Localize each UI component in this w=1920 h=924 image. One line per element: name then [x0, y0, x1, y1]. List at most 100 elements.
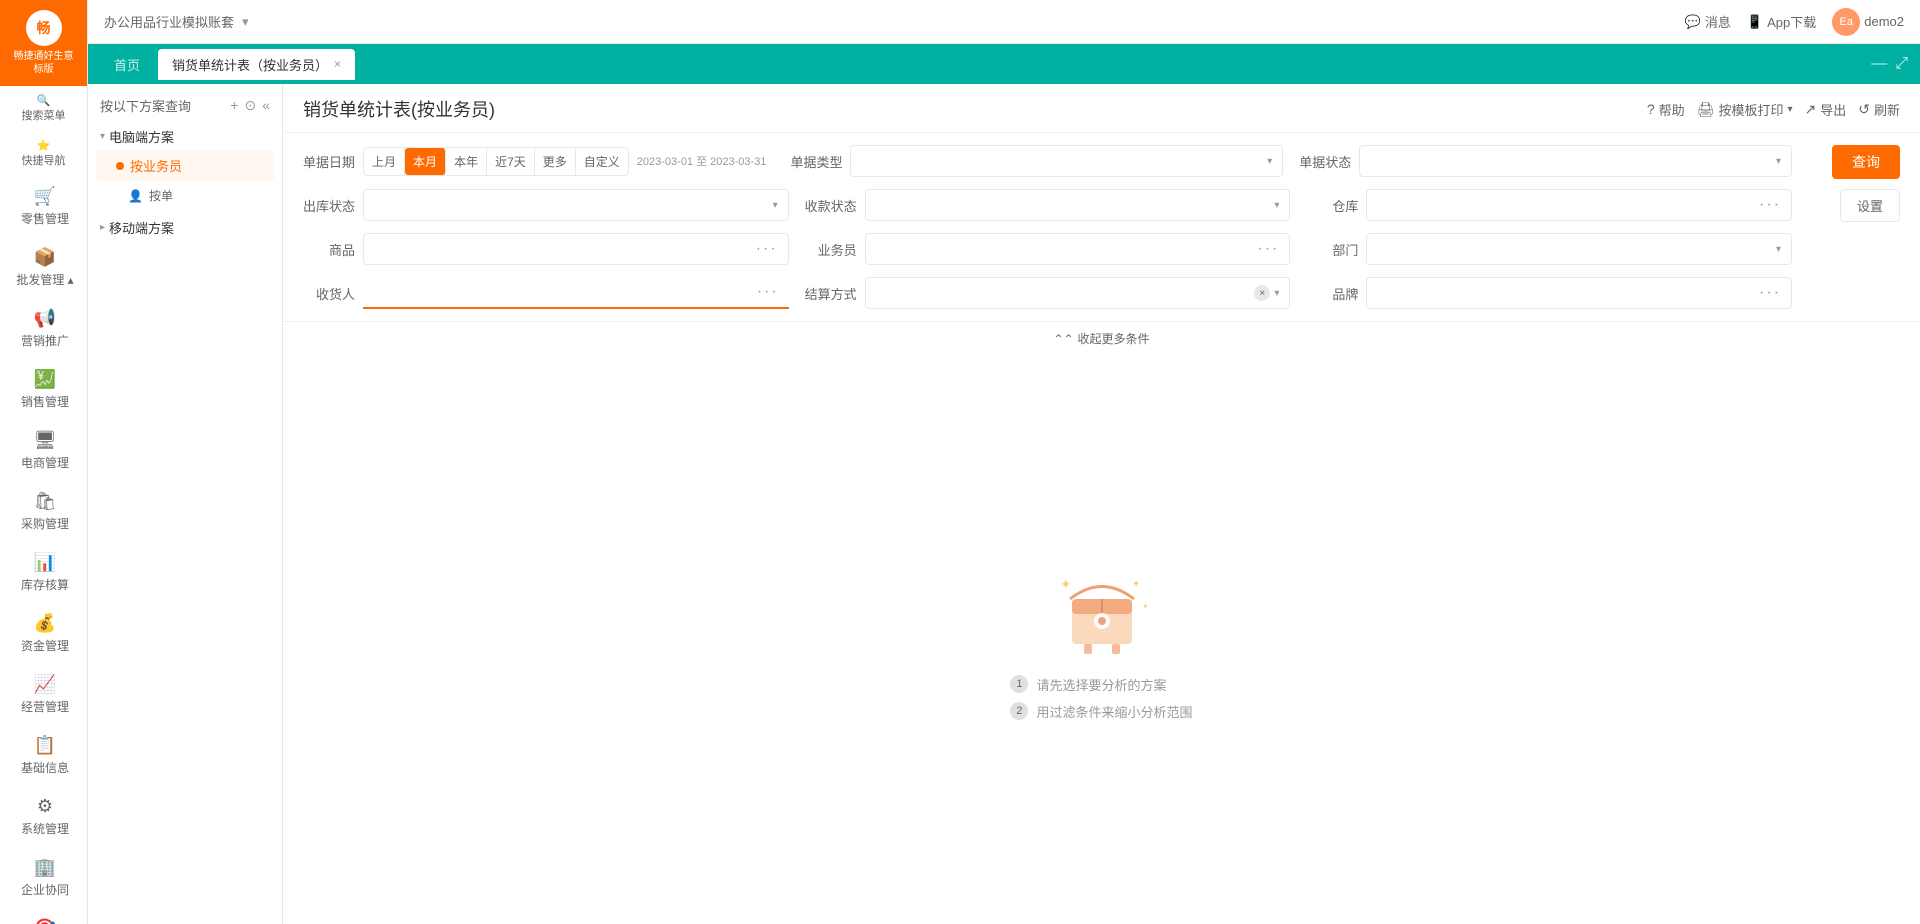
tabbar: 首页 销货单统计表（按业务员） × — ⤢ — [88, 44, 1920, 84]
collapse-btn-area[interactable]: ⌃⌃ 收起更多条件 — [283, 322, 1920, 355]
help-btn[interactable]: ? 帮助 — [1647, 100, 1685, 119]
tabbar-actions: — ⤢ — [1871, 55, 1908, 73]
filter-and-btn-area: 单据日期 上月 本月 本年 近7天 更多 自定义 2023-03-01 至 20… — [283, 133, 1920, 322]
sidebar-item-ecommerce[interactable]: 🖥 电商管理 — [0, 420, 87, 481]
finance-label: 资金管理 — [21, 637, 69, 654]
tab-maximize-icon[interactable]: ⤢ — [1895, 55, 1908, 73]
settlement-select[interactable]: × ▾ — [865, 277, 1291, 309]
sidebar-item-marketing[interactable]: 📢 营销推广 — [0, 298, 87, 359]
topbar-left: 办公用品行业模拟账套 ▾ — [104, 12, 249, 31]
collapse-panel-icon[interactable]: « — [262, 97, 270, 114]
sidebar-item-basic[interactable]: 📋 基础信息 — [0, 725, 87, 786]
date-btn-custom[interactable]: 自定义 — [576, 148, 628, 175]
filter-item-dept: 部门 ▾ — [1306, 233, 1792, 265]
user-avatar: Ea — [1832, 8, 1860, 36]
salesperson-input[interactable]: ··· — [865, 233, 1291, 265]
edit-scheme-icon[interactable]: ⊙ — [244, 97, 256, 114]
empty-state: ✦ ✦ ✦ 1 请先选择要分析的方案 2 用过滤条件来 — [283, 355, 1920, 924]
tab-sales-stat[interactable]: 销货单统计表（按业务员） × — [158, 49, 355, 80]
export-icon: ↗ — [1805, 101, 1817, 118]
date-btn-this-year[interactable]: 本年 — [446, 148, 487, 175]
purchase-icon: 🛍 — [34, 491, 57, 512]
collapse-btn-label: 收起更多条件 — [1078, 330, 1150, 347]
right-panel: 销货单统计表(按业务员) ? 帮助 🖨 按模板打印 ▾ ↗ 导出 — [283, 84, 1920, 924]
receiver-dots-icon: ··· — [757, 283, 779, 301]
doc-status-select[interactable]: ▾ — [1359, 145, 1792, 177]
doc-type-select[interactable]: ▾ — [850, 145, 1283, 177]
sidebar-item-enterprise[interactable]: 🏢 企业协同 — [0, 847, 87, 908]
date-btn-this-month[interactable]: 本月 — [405, 148, 446, 175]
date-btn-more[interactable]: 更多 — [535, 148, 576, 175]
sub-item-icon: 👤 — [128, 189, 143, 203]
logo-area[interactable]: 畅 畅捷通好生意 标版 — [0, 0, 87, 86]
empty-tip-2: 2 用过滤条件来缩小分析范围 — [1010, 702, 1192, 721]
settings-button[interactable]: 设置 — [1840, 189, 1900, 222]
template-print-label: 按模板打印 — [1718, 100, 1783, 119]
left-panel-icons: + ⊙ « — [230, 97, 270, 114]
scheme-group-mobile-header[interactable]: ▸ 移动端方案 — [96, 214, 274, 241]
tab-home-label: 首页 — [114, 55, 140, 74]
settlement-clear-icon[interactable]: × — [1254, 285, 1270, 301]
filter-item-doc-status: 单据状态 ▾ — [1299, 145, 1792, 177]
refresh-label: 刷新 — [1874, 100, 1900, 119]
brand-input[interactable]: ··· — [1366, 277, 1792, 309]
page-actions: ? 帮助 🖨 按模板打印 ▾ ↗ 导出 ↺ 刷新 — [1647, 100, 1900, 119]
receiver-label: 收货人 — [303, 284, 355, 303]
logo-icon: 畅 — [26, 10, 62, 46]
sales-label: 销售管理 — [21, 393, 69, 410]
user-area[interactable]: Ea demo2 — [1832, 8, 1904, 36]
date-btn-last-month[interactable]: 上月 — [364, 148, 405, 175]
mobile-group-label: 移动端方案 — [109, 218, 174, 237]
goods-input[interactable]: ··· — [363, 233, 789, 265]
sidebar-item-finance[interactable]: 💰 资金管理 — [0, 603, 87, 664]
sidebar-item-newbie[interactable]: 🎯 新手引导 — [0, 908, 87, 924]
enterprise-label: 企业协同 — [21, 881, 69, 898]
out-status-arrow-icon: ▾ — [773, 200, 778, 211]
app-download-btn[interactable]: 📱 App下载 — [1747, 12, 1816, 31]
date-btn-last-7[interactable]: 近7天 — [487, 148, 535, 175]
warehouse-dots-icon: ··· — [1759, 196, 1781, 214]
tab-close-icon[interactable]: × — [334, 57, 341, 71]
filter-item-warehouse: 仓库 ··· — [1306, 189, 1792, 221]
scheme-group-pc-header[interactable]: ▾ 电脑端方案 — [96, 123, 274, 150]
search-icon: 🔍 — [4, 94, 83, 107]
out-status-select[interactable]: ▾ — [363, 189, 789, 221]
sidebar-item-wholesale[interactable]: 📦 批发管理 ▴ — [0, 237, 87, 298]
dept-arrow-icon: ▾ — [1776, 244, 1781, 255]
message-btn[interactable]: 💬 消息 — [1685, 12, 1731, 31]
scheme-sub-item-by-order[interactable]: 👤 按单 — [96, 181, 274, 210]
query-button[interactable]: 查询 — [1832, 145, 1900, 179]
sidebar-search-item[interactable]: 🔍 搜索菜单 — [0, 86, 87, 131]
topbar-dropdown-icon[interactable]: ▾ — [242, 14, 249, 30]
sidebar-item-operations[interactable]: 📈 经营管理 — [0, 664, 87, 725]
sidebar-shortcut-item[interactable]: ⭐ 快捷导航 — [0, 131, 87, 176]
export-btn[interactable]: ↗ 导出 — [1805, 100, 1847, 119]
filter-row-1: 单据日期 上月 本月 本年 近7天 更多 自定义 2023-03-01 至 20… — [303, 145, 1792, 177]
sidebar-item-purchase[interactable]: 🛍 采购管理 — [0, 481, 87, 542]
goods-dots-icon: ··· — [756, 240, 778, 258]
app-download-label: App下载 — [1767, 12, 1816, 31]
newbie-icon: 🎯 — [34, 918, 56, 924]
svg-text:✦: ✦ — [1132, 579, 1140, 590]
template-print-btn[interactable]: 🖨 按模板打印 ▾ — [1697, 100, 1793, 119]
add-scheme-icon[interactable]: + — [230, 97, 238, 114]
refresh-icon: ↺ — [1858, 101, 1870, 118]
system-label: 系统管理 — [21, 820, 69, 837]
receipt-status-select[interactable]: ▾ — [865, 189, 1291, 221]
help-icon: ? — [1647, 101, 1655, 117]
receiver-input[interactable]: ··· — [363, 277, 789, 309]
sidebar-item-sales[interactable]: 💹 销售管理 — [0, 359, 87, 420]
sidebar-item-system[interactable]: ⚙ 系统管理 — [0, 786, 87, 847]
tab-minimize-icon[interactable]: — — [1871, 55, 1887, 73]
tab-home[interactable]: 首页 — [100, 49, 154, 80]
dept-label: 部门 — [1306, 240, 1358, 259]
warehouse-input[interactable]: ··· — [1366, 189, 1792, 221]
sidebar-item-inventory[interactable]: 📊 库存核算 — [0, 542, 87, 603]
filter-row-4: 收货人 ··· 结算方式 × — [303, 277, 1792, 309]
inventory-label: 库存核算 — [21, 576, 69, 593]
sidebar-item-retail[interactable]: 🛒 零售管理 — [0, 176, 87, 237]
scheme-item-by-salesperson[interactable]: 按业务员 — [96, 150, 274, 181]
refresh-btn[interactable]: ↺ 刷新 — [1858, 100, 1900, 119]
message-label: 消息 — [1705, 12, 1731, 31]
dept-select[interactable]: ▾ — [1366, 233, 1792, 265]
